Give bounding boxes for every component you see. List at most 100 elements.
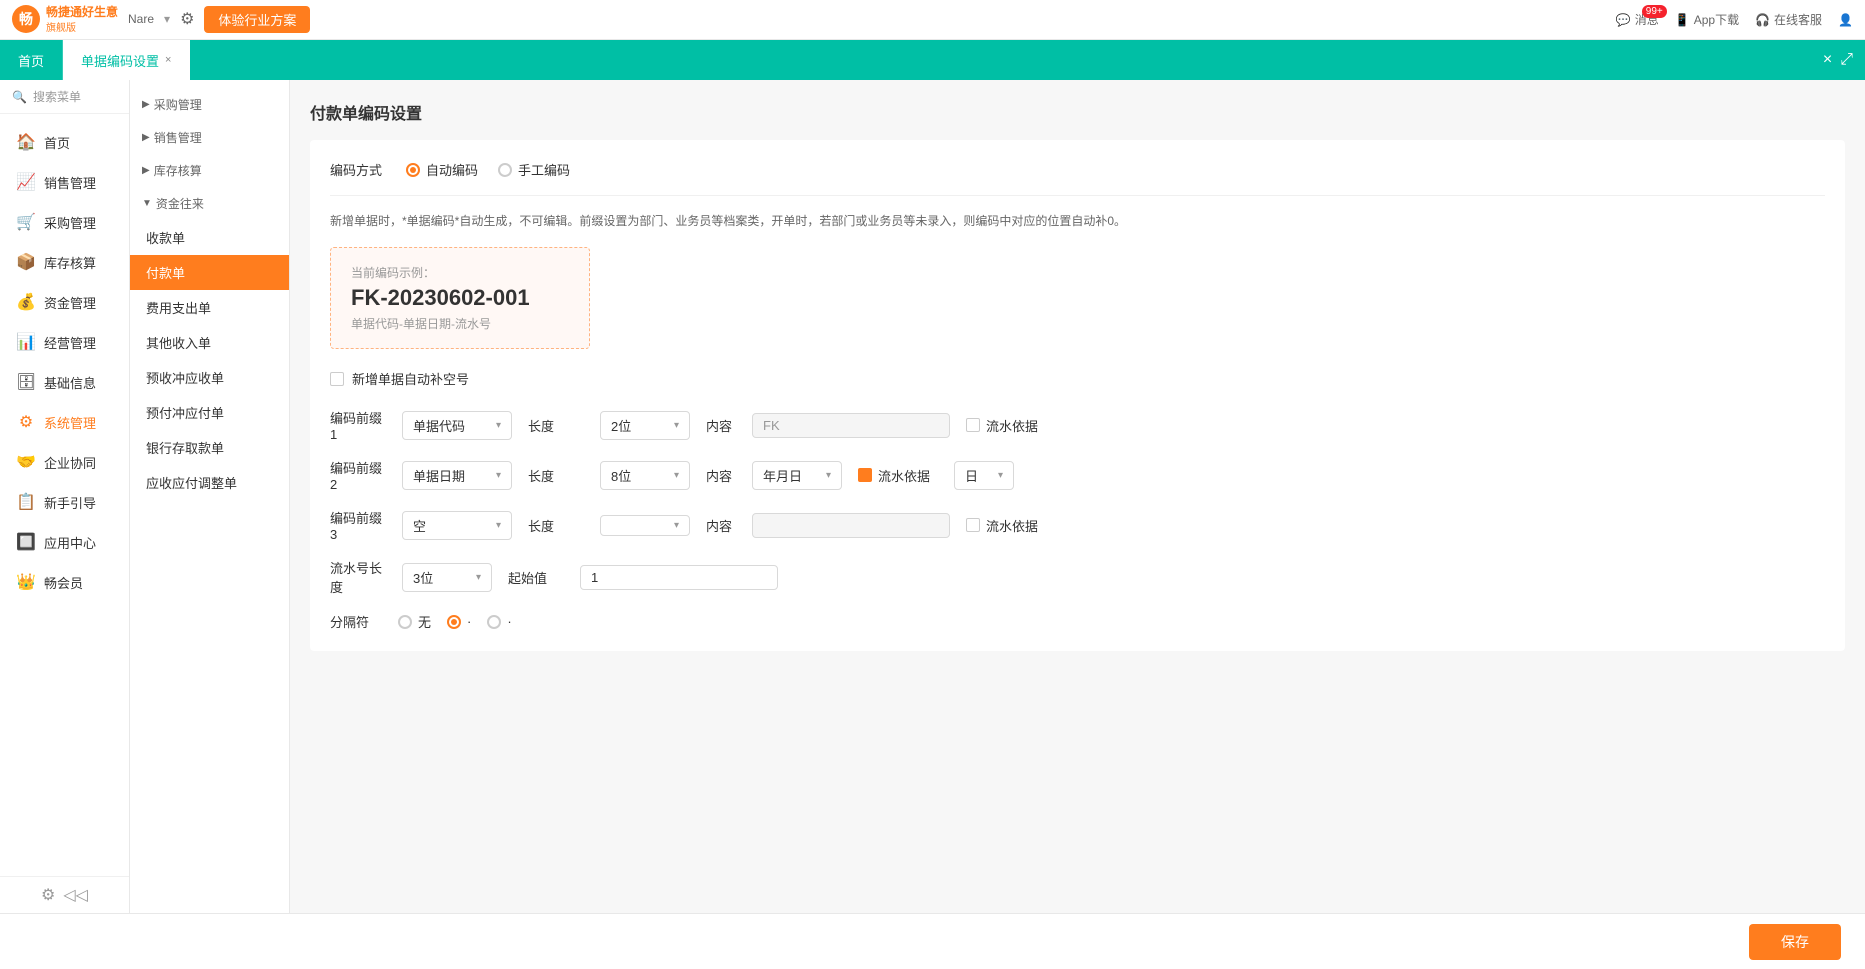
radio-dot-auto	[406, 163, 420, 177]
sidebar-item-member[interactable]: 👑 畅会员	[0, 562, 129, 602]
prefix3-content-input[interactable]	[752, 513, 950, 538]
sidebar-item-operation[interactable]: 📊 经营管理	[0, 322, 129, 362]
check-box-3[interactable]	[966, 518, 980, 532]
radio-dot-none	[398, 615, 412, 629]
sales-icon: 📈	[16, 172, 36, 192]
sidebar-item-appcenter[interactable]: 🔲 应用中心	[0, 522, 129, 562]
secondary-group-sales[interactable]: ▶ 销售管理	[130, 121, 289, 154]
sidebar-item-finance[interactable]: 💰 资金管理	[0, 282, 129, 322]
secondary-item-prepayment[interactable]: 预付冲应付单	[130, 395, 289, 430]
sidebar-item-cooperation[interactable]: 🤝 企业协同	[0, 442, 129, 482]
user-avatar[interactable]: 👤	[1838, 13, 1853, 27]
sidebar-item-newguide[interactable]: 📋 新手引导	[0, 482, 129, 522]
radio-group: 自动编码 手工编码	[406, 160, 570, 179]
message-btn[interactable]: 💬 消息 99+	[1616, 11, 1659, 28]
trial-button[interactable]: 体验行业方案	[204, 6, 310, 33]
cooperation-icon: 🤝	[16, 452, 36, 472]
search-icon: 🔍	[12, 90, 27, 104]
system-icon: ⚙	[16, 412, 36, 432]
prefix1-select[interactable]: 单据代码 ▾	[402, 411, 512, 440]
auto-fill-row: 新增单据自动补空号	[330, 369, 1825, 388]
hint-text: 新增单据时，*单据编码*自动生成，不可编辑。前缀设置为部门、业务员等档案类，开单…	[330, 212, 1825, 231]
sidebar-item-inventory[interactable]: 📦 库存核算	[0, 242, 129, 282]
content-area: 付款单编码设置 编码方式 自动编码 手工编码 新增单据时，*单据编码*自动生	[290, 80, 1865, 913]
sidebar-menu: 🏠 首页 📈 销售管理 🛒 采购管理 📦 库存核算 💰 资金管理 📊 经	[0, 114, 129, 876]
prefix1-row: 编码前缀1 单据代码 ▾ 长度 2位 ▾ 内容 流水依据	[330, 408, 1825, 442]
secondary-item-ap-adjust[interactable]: 应收应付调整单	[130, 465, 289, 500]
secondary-item-payment[interactable]: 付款单	[130, 255, 289, 290]
prefix2-row: 编码前缀2 单据日期 ▾ 长度 8位 ▾ 内容 年月日 ▾ 流水依据	[330, 458, 1825, 492]
secondary-item-receipt[interactable]: 收款单	[130, 220, 289, 255]
sidebar-search[interactable]: 🔍 搜索菜单	[0, 80, 129, 114]
nav-expand-btn[interactable]: ⤢	[1840, 51, 1853, 69]
separator-options: 无 · ·	[398, 612, 512, 631]
prefix2-content-select[interactable]: 年月日 ▾	[752, 461, 842, 490]
avatar: 👤	[1838, 13, 1853, 27]
chevron-down-icon: ▾	[826, 470, 831, 481]
sidebar-settings-btn[interactable]: ⚙	[41, 885, 55, 905]
serial-length-select[interactable]: 3位 ▾	[402, 563, 492, 592]
radio-auto-encode[interactable]: 自动编码	[406, 160, 478, 179]
online-service-btn[interactable]: 🎧 在线客服	[1755, 11, 1822, 28]
prefix3-row: 编码前缀3 空 ▾ 长度 ▾ 内容 流水依据	[330, 508, 1825, 542]
nav-tab-close-icon[interactable]: ×	[165, 54, 171, 66]
company-name: Nare	[128, 12, 154, 26]
sidebar-collapse-btn[interactable]: ◁◁	[63, 885, 88, 905]
sidebar-item-base[interactable]: 🗄 基础信息	[0, 362, 129, 402]
secondary-item-prepay-offset[interactable]: 预收冲应收单	[130, 360, 289, 395]
nav-close-btn[interactable]: ×	[1823, 51, 1832, 69]
prefix3-select[interactable]: 空 ▾	[402, 511, 512, 540]
radio-manual-encode[interactable]: 手工编码	[498, 160, 570, 179]
member-icon: 👑	[16, 572, 36, 592]
chevron-down-icon: ▾	[674, 470, 679, 481]
purchase-icon: 🛒	[16, 212, 36, 232]
prefix1-content-input[interactable]	[752, 413, 950, 438]
secondary-group-capital[interactable]: ▼ 资金往来	[130, 187, 289, 220]
prefix1-length-select[interactable]: 2位 ▾	[600, 411, 690, 440]
top-bar-left: 畅 畅捷通好生意 旗舰版 Nare ▾ ⚙ 体验行业方案	[12, 5, 310, 34]
content-label-2: 内容	[706, 466, 732, 485]
chevron-right-icon: ▶	[142, 132, 150, 143]
separator-none[interactable]: 无	[398, 612, 431, 631]
chevron-down-icon: ▾	[674, 420, 679, 431]
prefix3-stream-check[interactable]: 流水依据	[966, 516, 1038, 535]
secondary-group-inventory[interactable]: ▶ 库存核算	[130, 154, 289, 187]
chevron-right-icon: ▶	[142, 99, 150, 110]
prefix2-stream-check[interactable]: 流水依据	[858, 466, 930, 485]
gear-icon[interactable]: ⚙	[180, 9, 194, 29]
sidebar-item-sales[interactable]: 📈 销售管理	[0, 162, 129, 202]
sidebar-item-system[interactable]: ⚙ 系统管理	[0, 402, 129, 442]
preview-code: FK-20230602-001	[351, 285, 569, 311]
prefix3-length-select[interactable]: ▾	[600, 515, 690, 536]
app-download-btn[interactable]: 📱 App下载	[1675, 11, 1739, 28]
start-value-input[interactable]	[580, 565, 778, 590]
bottom-bar: 保存	[0, 913, 1865, 969]
length-label-3: 长度	[528, 516, 584, 535]
secondary-item-other-income[interactable]: 其他收入单	[130, 325, 289, 360]
prefix1-stream-check[interactable]: 流水依据	[966, 416, 1038, 435]
preview-box: 当前编码示例： FK-20230602-001 单据代码-单据日期-流水号	[330, 247, 590, 349]
prefix2-select[interactable]: 单据日期 ▾	[402, 461, 512, 490]
check-box-2[interactable]	[858, 468, 872, 482]
company-switcher[interactable]: ▾	[164, 12, 170, 26]
day-select[interactable]: 日 ▾	[954, 461, 1014, 490]
check-box-1[interactable]	[966, 418, 980, 432]
separator-row: 分隔符 无 · ·	[330, 612, 1825, 631]
secondary-item-bank-deposit[interactable]: 银行存取款单	[130, 430, 289, 465]
secondary-item-expense[interactable]: 费用支出单	[130, 290, 289, 325]
auto-fill-checkbox[interactable]	[330, 372, 344, 386]
sidebar-item-home[interactable]: 🏠 首页	[0, 122, 129, 162]
content-label-3: 内容	[706, 516, 732, 535]
chevron-down-icon: ▾	[496, 470, 501, 481]
separator-dot[interactable]: ·	[447, 614, 471, 629]
brand-icon: 畅	[12, 5, 40, 33]
separator-dot2[interactable]: ·	[487, 614, 511, 629]
save-button[interactable]: 保存	[1749, 924, 1841, 960]
radio-dot-dot	[447, 615, 461, 629]
nav-tab-home[interactable]: 首页	[0, 40, 63, 80]
prefix2-length-select[interactable]: 8位 ▾	[600, 461, 690, 490]
sidebar-item-purchase[interactable]: 🛒 采购管理	[0, 202, 129, 242]
nav-tab-encode-setting[interactable]: 单据编码设置 ×	[63, 40, 190, 80]
page-title: 付款单编码设置	[310, 100, 1845, 124]
secondary-group-purchase[interactable]: ▶ 采购管理	[130, 88, 289, 121]
